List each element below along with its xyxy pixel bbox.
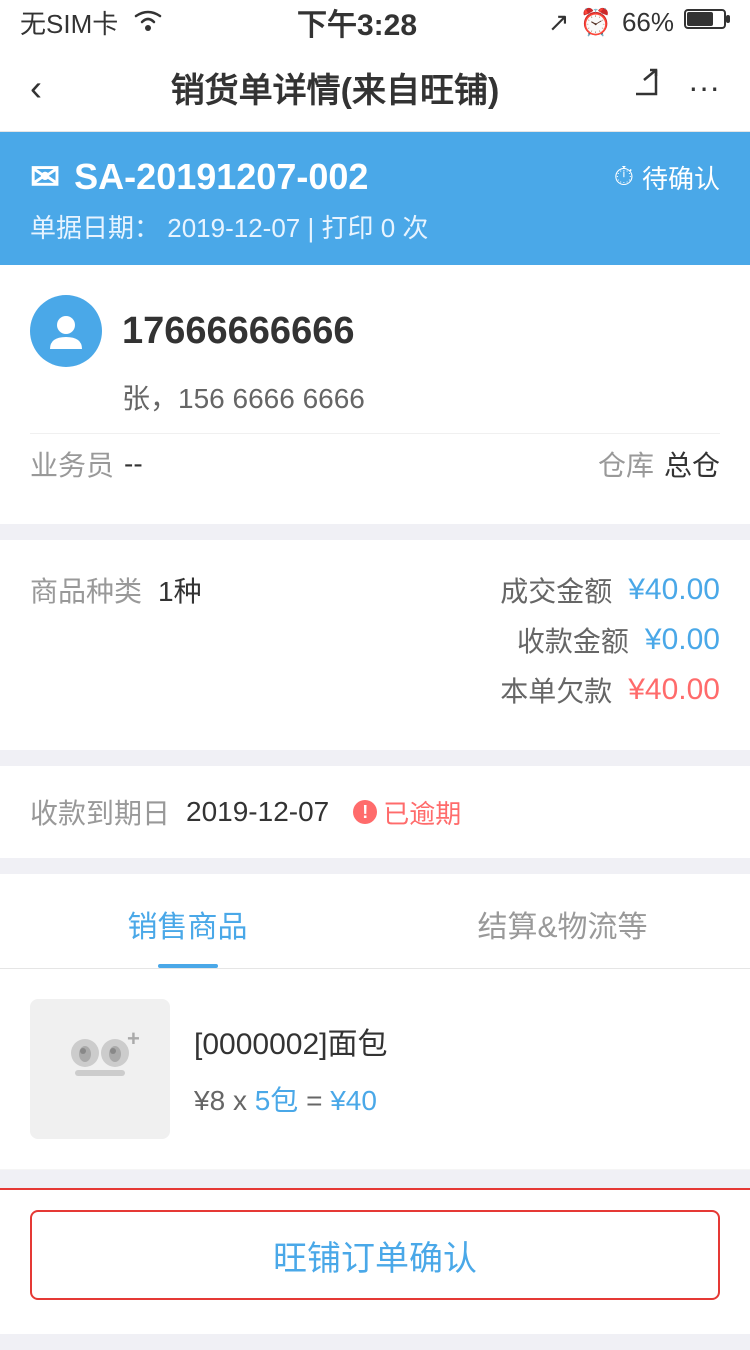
received-amount-row: 收款金额 ¥0.00 xyxy=(500,620,720,660)
product-price-row: ¥8 x 5包 = ¥40 xyxy=(194,1079,720,1119)
overdue-dot-icon: ! xyxy=(353,800,377,824)
deal-amount-row: 成交金额 ¥40.00 xyxy=(500,570,720,610)
svg-text:+: + xyxy=(127,1026,140,1051)
due-date-card: 收款到期日 2019-12-07 ! 已逾期 xyxy=(0,766,750,858)
wifi-icon xyxy=(130,6,166,39)
warehouse-label: 仓库 xyxy=(598,444,654,484)
nav-actions: ··· xyxy=(628,66,720,110)
product-total: ¥40 xyxy=(330,1085,377,1116)
sales-meta: 业务员 -- xyxy=(30,444,143,484)
product-type-value: 1种 xyxy=(158,570,202,610)
tabs-container: 销售商品 结算&物流等 xyxy=(0,874,750,969)
avatar xyxy=(30,295,102,367)
page-title: 销货单详情(来自旺铺) xyxy=(171,63,500,112)
summary-card: 商品种类 1种 成交金额 ¥40.00 收款金额 ¥0.00 本单欠款 ¥40.… xyxy=(0,540,750,750)
order-id: ✉ SA-20191207-002 xyxy=(30,156,368,198)
customer-card: 17666666666 张，156 6666 6666 业务员 -- 仓库 总仓 xyxy=(0,265,750,524)
product-thumb-logo: + xyxy=(55,1018,145,1121)
customer-phone: 17666666666 xyxy=(122,310,354,353)
location-icon: ↗ xyxy=(548,7,570,38)
bottom-bar: 旺铺订单确认 xyxy=(0,1188,750,1334)
carrier-label: 无SIM卡 xyxy=(20,4,118,41)
overdue-label: 已逾期 xyxy=(383,794,461,831)
product-type-info: 商品种类 1种 xyxy=(30,570,202,610)
overdue-badge: ! 已逾期 xyxy=(353,794,461,831)
sales-label: 业务员 xyxy=(30,444,114,484)
warehouse-meta: 仓库 总仓 xyxy=(598,444,720,484)
status-bar: 无SIM卡 下午3:28 ↗ ⏰ 66% xyxy=(0,0,750,44)
sales-value: -- xyxy=(124,448,143,480)
status-right: ↗ ⏰ 66% xyxy=(548,7,730,38)
order-status: ⏱ 待确认 xyxy=(614,159,720,196)
order-icon: ✉ xyxy=(30,156,60,198)
order-banner: ✉ SA-20191207-002 ⏱ 待确认 单据日期： 2019-12-07… xyxy=(0,132,750,265)
deal-amount-value: ¥40.00 xyxy=(628,573,720,607)
tab-settlement-logistics[interactable]: 结算&物流等 xyxy=(375,874,750,968)
product-price: ¥8 xyxy=(194,1085,225,1116)
received-amount-value: ¥0.00 xyxy=(645,623,720,657)
confirm-order-button[interactable]: 旺铺订单确认 xyxy=(30,1210,720,1300)
product-type-label: 商品种类 xyxy=(30,570,142,610)
status-time: 下午3:28 xyxy=(297,0,417,44)
owed-amount-label: 本单欠款 xyxy=(500,670,612,710)
customer-name: 张，156 6666 6666 xyxy=(30,377,720,417)
status-left: 无SIM卡 xyxy=(20,4,166,41)
status-clock-icon: ⏱ xyxy=(614,161,634,193)
share-icon[interactable] xyxy=(628,66,664,110)
product-name: [0000002]面包 xyxy=(194,1019,720,1063)
back-button[interactable]: ‹ xyxy=(30,67,42,109)
tab-sales-products[interactable]: 销售商品 xyxy=(0,874,375,968)
owed-amount-row: 本单欠款 ¥40.00 xyxy=(500,670,720,710)
owed-amount-value: ¥40.00 xyxy=(628,673,720,707)
nav-bar: ‹ 销货单详情(来自旺铺) ··· xyxy=(0,44,750,132)
due-date-label: 收款到期日 xyxy=(30,792,170,832)
product-info: [0000002]面包 ¥8 x 5包 = ¥40 xyxy=(194,1019,720,1119)
product-list: + [0000002]面包 ¥8 x 5包 = ¥40 xyxy=(0,969,750,1170)
battery-icon xyxy=(684,7,730,38)
battery-label: 66% xyxy=(622,7,674,38)
table-row: + [0000002]面包 ¥8 x 5包 = ¥40 xyxy=(0,969,750,1170)
product-thumbnail: + xyxy=(30,999,170,1139)
alarm-icon: ⏰ xyxy=(580,7,612,38)
order-date-row: 单据日期： 2019-12-07 | 打印 0 次 xyxy=(30,208,720,245)
due-date-value: 2019-12-07 xyxy=(186,796,329,828)
more-icon[interactable]: ··· xyxy=(688,69,720,106)
received-amount-label: 收款金额 xyxy=(517,620,629,660)
customer-meta: 业务员 -- 仓库 总仓 xyxy=(30,433,720,494)
product-qty: 5包 xyxy=(255,1085,299,1116)
warehouse-value: 总仓 xyxy=(664,444,720,484)
amount-summary: 成交金额 ¥40.00 收款金额 ¥0.00 本单欠款 ¥40.00 xyxy=(500,570,720,720)
tab-underline xyxy=(158,964,218,968)
deal-amount-label: 成交金额 xyxy=(500,570,612,610)
